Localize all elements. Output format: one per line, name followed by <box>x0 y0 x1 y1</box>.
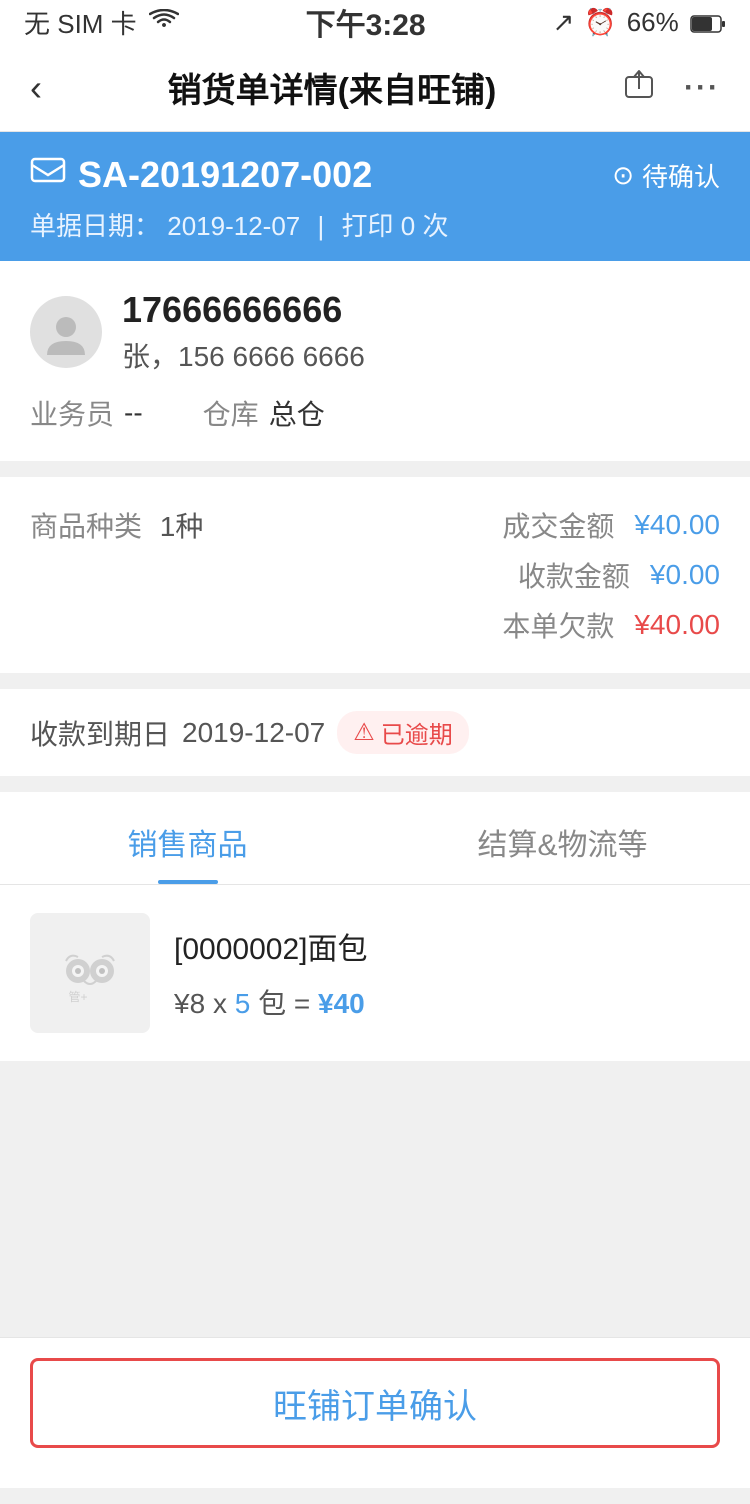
alarm-icon: ⏰ <box>584 7 616 38</box>
bottom-button-container: 旺铺订单确认 <box>0 1337 750 1488</box>
clock-icon: ⊙ <box>612 160 634 191</box>
customer-section: 17666666666 张，156 6666 6666 业务员 -- 仓库 总仓 <box>0 261 750 461</box>
product-total: ¥40 <box>318 988 365 1019</box>
owed-value: ¥40.00 <box>634 609 720 641</box>
warehouse-value: 总仓 <box>269 393 325 433</box>
nav-actions: ··· <box>622 67 720 108</box>
received-value: ¥0.00 <box>650 559 720 591</box>
types-value: 1种 <box>160 511 204 542</box>
tabs-bar: 销售商品 结算&物流等 <box>0 792 750 885</box>
tab-settlement-logistics[interactable]: 结算&物流等 <box>375 792 750 884</box>
warehouse-item: 仓库 总仓 <box>203 393 325 433</box>
tab-sales-products[interactable]: 销售商品 <box>0 792 375 884</box>
product-types: 商品种类 1种 <box>30 505 203 545</box>
status-time: 下午3:28 <box>306 0 426 44</box>
types-label: 商品种类 <box>30 511 142 542</box>
warning-icon: ⚠ <box>353 718 375 747</box>
product-qty: 5 <box>235 988 258 1019</box>
product-price: ¥8 x 5 包 = ¥40 <box>174 982 720 1022</box>
owed-label: 本单欠款 <box>502 605 614 645</box>
due-date: 2019-12-07 <box>182 717 325 749</box>
more-icon[interactable]: ··· <box>684 71 720 105</box>
product-thumbnail: 管+ <box>30 913 150 1033</box>
order-status: ⊙ 待确认 <box>612 157 720 194</box>
back-button[interactable]: ‹ <box>30 67 42 109</box>
received-label: 收款金额 <box>518 555 630 595</box>
status-bar-left: 无 SIM 卡 <box>24 4 179 41</box>
avatar <box>30 296 102 368</box>
inbox-icon <box>30 154 66 196</box>
share-icon[interactable] <box>622 67 656 108</box>
customer-phone-name: 17666666666 <box>122 289 365 331</box>
empty-content-area <box>0 1077 750 1337</box>
summary-section: 商品种类 1种 成交金额 ¥40.00 收款金额 ¥0.00 本单欠款 ¥40.… <box>0 477 750 673</box>
customer-info: 17666666666 张，156 6666 6666 <box>122 289 365 375</box>
amount-label: 成交金额 <box>502 505 614 545</box>
order-banner: SA-20191207-002 ⊙ 待确认 单据日期： 2019-12-07 |… <box>0 132 750 261</box>
amount-summary: 成交金额 ¥40.00 收款金额 ¥0.00 本单欠款 ¥40.00 <box>502 505 720 645</box>
order-banner-top: SA-20191207-002 ⊙ 待确认 <box>30 154 720 196</box>
amount-value: ¥40.00 <box>634 509 720 541</box>
nav-bar: ‹ 销货单详情(来自旺铺) ··· <box>0 44 750 132</box>
status-bar: 无 SIM 卡 下午3:28 ↗ ⏰ 66% <box>0 0 750 44</box>
customer-meta: 业务员 -- 仓库 总仓 <box>30 393 720 433</box>
status-bar-right: ↗ ⏰ 66% <box>553 7 726 38</box>
salesperson-value: -- <box>124 397 143 429</box>
received-row: 收款金额 ¥0.00 <box>518 555 720 595</box>
product-item: 管+ [0000002]面包 ¥8 x 5 包 = ¥40 <box>0 885 750 1061</box>
battery-text: 66% <box>627 7 726 38</box>
confirm-order-button[interactable]: 旺铺订单确认 <box>30 1358 720 1448</box>
product-name: [0000002]面包 <box>174 924 720 968</box>
order-id: SA-20191207-002 <box>30 154 372 196</box>
due-label: 收款到期日 <box>30 713 170 753</box>
due-date-section: 收款到期日 2019-12-07 ⚠ 已逾期 <box>0 689 750 776</box>
customer-contact: 张，156 6666 6666 <box>122 335 365 375</box>
location-icon: ↗ <box>553 7 575 38</box>
page-title: 销货单详情(来自旺铺) <box>168 63 497 112</box>
overdue-badge: ⚠ 已逾期 <box>337 711 469 754</box>
product-info: [0000002]面包 ¥8 x 5 包 = ¥40 <box>174 924 720 1022</box>
salesperson-label: 业务员 <box>30 393 114 433</box>
order-date-row: 单据日期： 2019-12-07 | 打印 0 次 <box>30 206 720 243</box>
amount-row: 成交金额 ¥40.00 <box>502 505 720 545</box>
warehouse-label: 仓库 <box>203 393 259 433</box>
customer-row: 17666666666 张，156 6666 6666 <box>30 289 720 375</box>
carrier-text: 无 SIM 卡 <box>24 4 137 41</box>
salesperson-item: 业务员 -- <box>30 393 143 433</box>
wifi-icon <box>149 7 179 38</box>
owed-row: 本单欠款 ¥40.00 <box>502 605 720 645</box>
svg-text:管+: 管+ <box>68 989 87 1004</box>
overdue-text: 已逾期 <box>381 715 453 750</box>
